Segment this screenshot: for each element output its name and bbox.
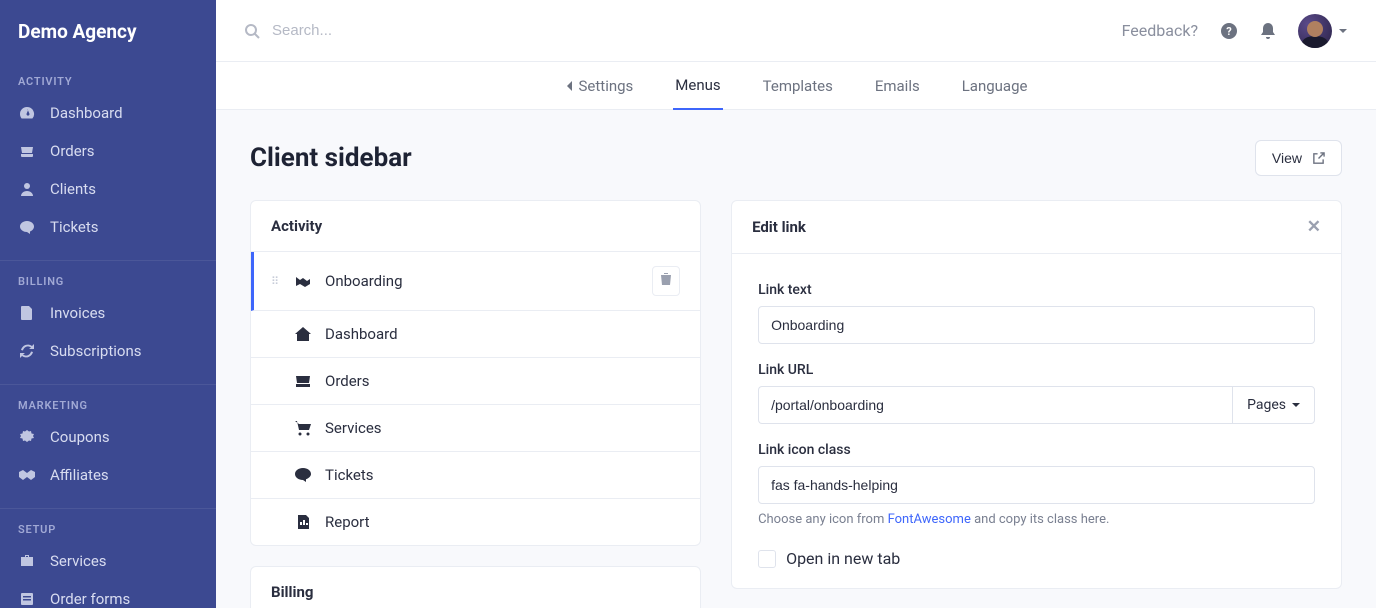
sidebar-label: Tickets xyxy=(50,218,99,236)
sidebar-item-tickets[interactable]: Tickets xyxy=(0,208,216,246)
svg-text:?: ? xyxy=(1226,25,1232,38)
sidebar-section-marketing: MARKETING xyxy=(0,399,216,412)
caret-down-icon xyxy=(1292,401,1300,409)
feedback-link[interactable]: Feedback? xyxy=(1122,21,1198,40)
sidebar-label: Orders xyxy=(50,142,95,160)
panel-title: Edit link xyxy=(752,218,806,236)
sidebar-item-invoices[interactable]: Invoices xyxy=(0,294,216,332)
menu-card-activity: Activity ⠿ Onboarding ⠿ Dashboard xyxy=(250,200,701,546)
tab-settings[interactable]: Settings xyxy=(563,62,636,109)
tab-menus[interactable]: Menus xyxy=(673,62,722,110)
user-menu[interactable] xyxy=(1298,14,1348,48)
search-icon xyxy=(244,23,260,39)
sidebar-item-dashboard[interactable]: Dashboard xyxy=(0,94,216,132)
menu-row-dashboard[interactable]: ⠿ Dashboard xyxy=(251,311,700,358)
sidebar: Demo Agency ACTIVITY Dashboard Orders Cl… xyxy=(0,0,216,608)
sidebar-label: Affiliates xyxy=(50,466,109,484)
checkbox-open-new-tab[interactable] xyxy=(758,550,776,568)
pages-dropdown[interactable]: Pages xyxy=(1232,386,1315,424)
input-link-text[interactable] xyxy=(758,306,1315,344)
avatar xyxy=(1298,14,1332,48)
sidebar-label: Subscriptions xyxy=(50,342,141,360)
sidebar-label: Coupons xyxy=(50,428,110,446)
label-open-new-tab: Open in new tab xyxy=(786,549,900,568)
sidebar-item-coupons[interactable]: Coupons xyxy=(0,418,216,456)
comment-icon xyxy=(293,467,313,483)
cart-icon xyxy=(293,420,313,436)
label-link-text: Link text xyxy=(758,282,1315,298)
home-icon xyxy=(293,326,313,342)
sidebar-label: Order forms xyxy=(50,590,130,608)
inbox-icon xyxy=(293,374,313,388)
external-link-icon xyxy=(1312,152,1325,165)
sidebar-item-order-forms[interactable]: Order forms xyxy=(0,580,216,608)
drag-handle-icon[interactable]: ⠿ xyxy=(271,276,283,287)
menu-row-report[interactable]: ⠿ Report xyxy=(251,499,700,545)
sync-icon xyxy=(18,342,36,360)
sidebar-item-services[interactable]: Services xyxy=(0,542,216,580)
tachometer-icon xyxy=(18,104,36,122)
menu-row-onboarding[interactable]: ⠿ Onboarding xyxy=(251,252,700,311)
tab-emails[interactable]: Emails xyxy=(873,62,922,109)
sidebar-item-orders[interactable]: Orders xyxy=(0,132,216,170)
sidebar-label: Dashboard xyxy=(50,104,123,122)
sidebar-item-subscriptions[interactable]: Subscriptions xyxy=(0,332,216,370)
sidebar-label: Services xyxy=(50,552,107,570)
close-icon[interactable]: ✕ xyxy=(1307,217,1321,237)
menu-card-billing: Billing xyxy=(250,566,701,608)
tab-language[interactable]: Language xyxy=(960,62,1030,109)
hands-helping-icon xyxy=(293,273,313,289)
bell-icon[interactable] xyxy=(1260,22,1276,40)
handshake-icon xyxy=(18,466,36,484)
sidebar-section-activity: ACTIVITY xyxy=(0,75,216,88)
page-title: Client sidebar xyxy=(250,143,412,173)
chevron-down-icon xyxy=(1338,26,1348,36)
search-input[interactable] xyxy=(272,22,1122,39)
chevron-left-icon xyxy=(565,80,573,92)
tab-templates[interactable]: Templates xyxy=(761,62,835,109)
fontawesome-link[interactable]: FontAwesome xyxy=(888,512,971,527)
sidebar-label: Invoices xyxy=(50,304,105,322)
sidebar-section-billing: BILLING xyxy=(0,275,216,288)
sidebar-item-clients[interactable]: Clients xyxy=(0,170,216,208)
comment-icon xyxy=(18,218,36,236)
help-icon[interactable]: ? xyxy=(1220,22,1238,40)
settings-tabs: Settings Menus Templates Emails Language xyxy=(216,62,1376,110)
badge-icon xyxy=(18,428,36,446)
file-icon xyxy=(18,304,36,322)
chart-file-icon xyxy=(293,514,313,530)
label-link-icon: Link icon class xyxy=(758,442,1315,458)
label-link-url: Link URL xyxy=(758,362,1315,378)
brand-title: Demo Agency xyxy=(0,0,216,63)
list-icon xyxy=(18,590,36,608)
sidebar-item-affiliates[interactable]: Affiliates xyxy=(0,456,216,494)
topbar: Feedback? ? xyxy=(216,0,1376,62)
help-text: Choose any icon from FontAwesome and cop… xyxy=(758,512,1315,527)
menu-row-tickets[interactable]: ⠿ Tickets xyxy=(251,452,700,499)
menu-row-orders[interactable]: ⠿ Orders xyxy=(251,358,700,405)
card-header-billing: Billing xyxy=(251,567,700,608)
edit-link-panel: Edit link ✕ Link text Link URL xyxy=(731,200,1342,589)
input-link-icon[interactable] xyxy=(758,466,1315,504)
sidebar-label: Clients xyxy=(50,180,96,198)
card-header-activity: Activity xyxy=(251,201,700,252)
menu-row-services[interactable]: ⠿ Services xyxy=(251,405,700,452)
briefcase-icon xyxy=(18,552,36,570)
sidebar-section-setup: SETUP xyxy=(0,523,216,536)
inbox-icon xyxy=(18,142,36,160)
view-button[interactable]: View xyxy=(1255,140,1342,176)
delete-button[interactable] xyxy=(652,266,680,296)
user-icon xyxy=(18,180,36,198)
input-link-url[interactable] xyxy=(758,386,1232,424)
